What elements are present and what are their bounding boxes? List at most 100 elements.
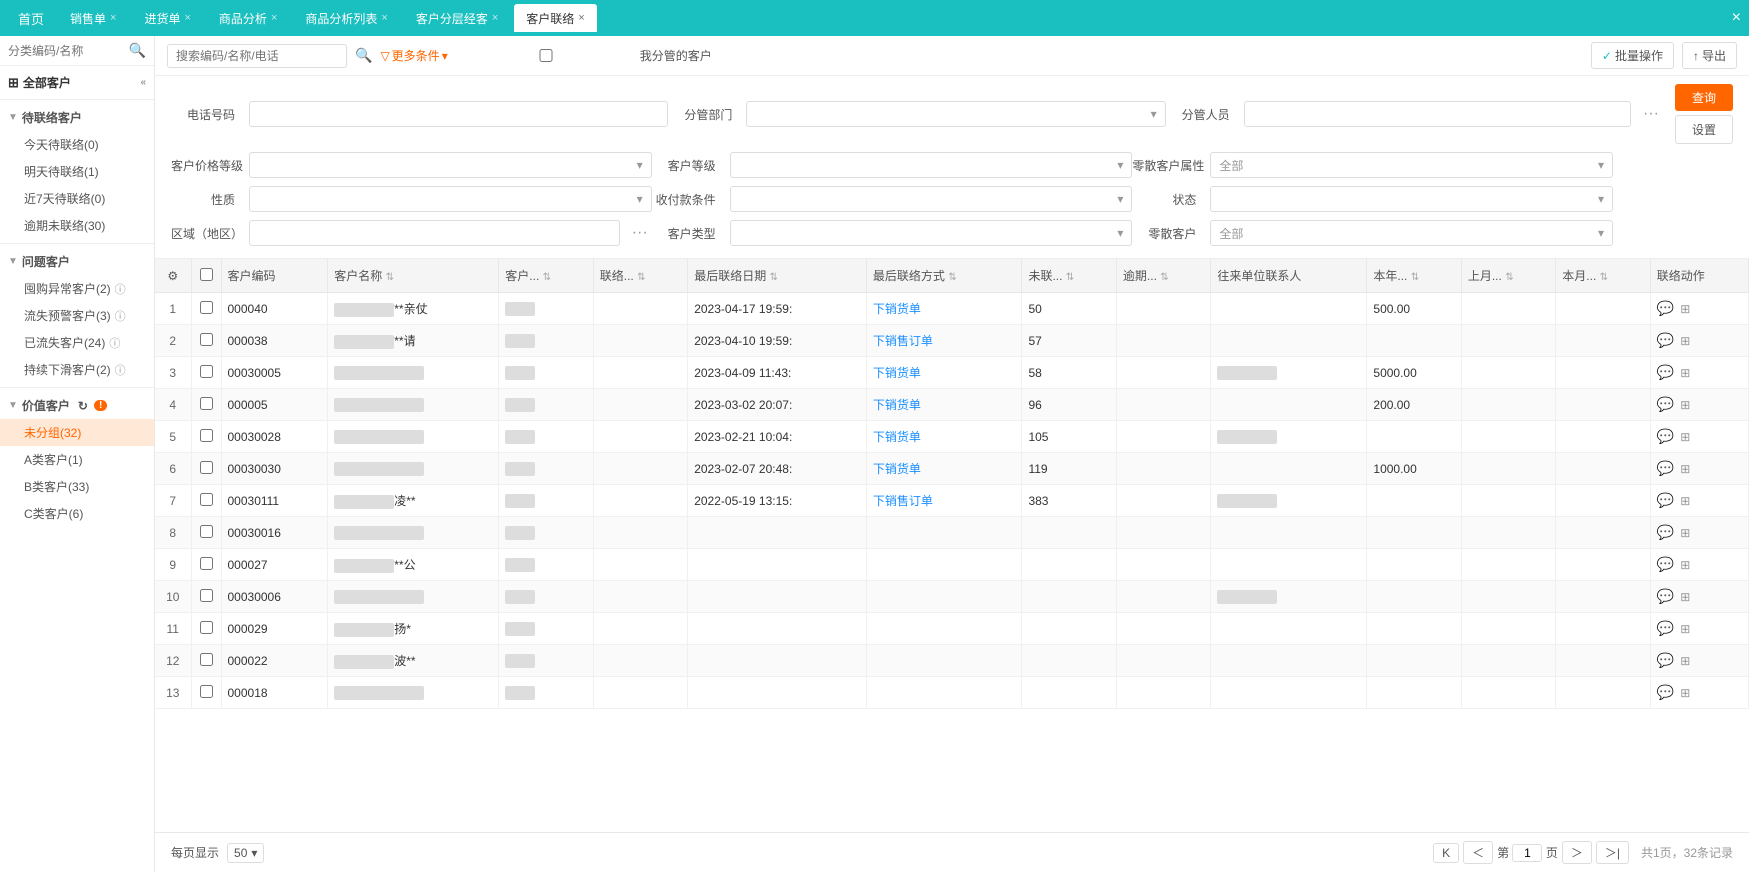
sidebar-all-customers[interactable]: ⊞ 全部客户 « bbox=[0, 66, 154, 95]
row-checkbox[interactable] bbox=[200, 365, 213, 378]
region-select[interactable] bbox=[249, 220, 620, 246]
dept-select[interactable]: ▾ bbox=[746, 101, 1165, 127]
status-select[interactable]: ▾ bbox=[1210, 186, 1613, 212]
last-way-link[interactable]: 下销货单 bbox=[873, 430, 921, 444]
chat-icon[interactable]: 💬 bbox=[1657, 620, 1674, 637]
last-contact-way[interactable] bbox=[866, 677, 1022, 709]
row-checkbox[interactable] bbox=[200, 557, 213, 570]
row-checkbox-cell[interactable] bbox=[191, 325, 221, 357]
row-checkbox[interactable] bbox=[200, 429, 213, 442]
sidebar-search-input[interactable] bbox=[8, 44, 125, 58]
sidebar-item-7days[interactable]: 近7天待联络(0) bbox=[0, 185, 154, 212]
nav-tab-customer-contact[interactable]: 客户联络 × bbox=[514, 4, 596, 32]
last-way-link[interactable]: 下销售订单 bbox=[873, 334, 933, 348]
last-contact-way[interactable]: 下销货单 bbox=[866, 389, 1022, 421]
reset-button[interactable]: 设置 bbox=[1675, 115, 1733, 144]
row-checkbox-cell[interactable] bbox=[191, 357, 221, 389]
last-contact-way[interactable]: 下销货单 bbox=[866, 293, 1022, 325]
first-page-btn[interactable]: K bbox=[1433, 843, 1459, 863]
last-contact-way[interactable]: 下销售订单 bbox=[866, 325, 1022, 357]
sidebar-item-today[interactable]: 今天待联络(0) bbox=[0, 131, 154, 158]
manager-select[interactable] bbox=[1244, 101, 1631, 127]
sidebar-item-classB[interactable]: B类客户(33) bbox=[0, 473, 154, 500]
payment-select[interactable]: ▾ bbox=[730, 186, 1133, 212]
close-icon[interactable]: × bbox=[578, 12, 584, 24]
last-page-btn[interactable]: ＞| bbox=[1596, 841, 1629, 864]
chat-icon[interactable]: 💬 bbox=[1657, 396, 1674, 413]
price-level-select[interactable]: ▾ bbox=[249, 152, 652, 178]
grid-action-icon[interactable]: ⊞ bbox=[1680, 430, 1690, 444]
row-checkbox[interactable] bbox=[200, 493, 213, 506]
row-checkbox-cell[interactable] bbox=[191, 581, 221, 613]
row-checkbox-cell[interactable] bbox=[191, 485, 221, 517]
chat-icon[interactable]: 💬 bbox=[1657, 588, 1674, 605]
sidebar-item-ungroup[interactable]: 未分组(32) bbox=[0, 419, 154, 446]
cust-level-select[interactable]: ▾ bbox=[730, 152, 1133, 178]
row-checkbox[interactable] bbox=[200, 301, 213, 314]
retail-cust-select[interactable]: 全部 ▾ bbox=[1210, 220, 1613, 246]
last-way-link[interactable]: 下销货单 bbox=[873, 462, 921, 476]
row-checkbox[interactable] bbox=[200, 653, 213, 666]
phone-input[interactable] bbox=[249, 101, 668, 127]
sidebar-group-value[interactable]: ▼ 价值客户 ↻ ! bbox=[0, 392, 154, 419]
row-checkbox-cell[interactable] bbox=[191, 517, 221, 549]
grid-action-icon[interactable]: ⊞ bbox=[1680, 334, 1690, 348]
chat-icon[interactable]: 💬 bbox=[1657, 524, 1674, 541]
row-checkbox-cell[interactable] bbox=[191, 613, 221, 645]
chat-icon[interactable]: 💬 bbox=[1657, 556, 1674, 573]
sidebar-item-declining[interactable]: 持续下滑客户(2) ⓘ bbox=[0, 356, 154, 383]
last-way-link[interactable]: 下销货单 bbox=[873, 398, 921, 412]
search-bar-icon[interactable]: 🔍 bbox=[355, 47, 372, 64]
grid-action-icon[interactable]: ⊞ bbox=[1680, 302, 1690, 316]
last-contact-way[interactable] bbox=[866, 645, 1022, 677]
sidebar-item-warning[interactable]: 流失预警客户(3) ⓘ bbox=[0, 302, 154, 329]
nav-tab-customer-tier[interactable]: 客户分层经客 × bbox=[404, 4, 510, 32]
grid-action-icon[interactable]: ⊞ bbox=[1680, 590, 1690, 604]
query-button[interactable]: 查询 bbox=[1675, 84, 1733, 111]
grid-action-icon[interactable]: ⊞ bbox=[1680, 398, 1690, 412]
chat-icon[interactable]: 💬 bbox=[1657, 652, 1674, 669]
row-checkbox[interactable] bbox=[200, 685, 213, 698]
grid-action-icon[interactable]: ⊞ bbox=[1680, 558, 1690, 572]
row-checkbox[interactable] bbox=[200, 397, 213, 410]
row-checkbox[interactable] bbox=[200, 589, 213, 602]
close-icon[interactable]: × bbox=[492, 12, 498, 24]
manager-dots-btn[interactable]: ··· bbox=[1639, 105, 1663, 123]
batch-op-button[interactable]: ✓ 批量操作 bbox=[1591, 42, 1674, 69]
nav-tab-sales[interactable]: 销售单 × bbox=[58, 4, 128, 32]
last-contact-way[interactable] bbox=[866, 581, 1022, 613]
chat-icon[interactable]: 💬 bbox=[1657, 428, 1674, 445]
nav-tab-analysis-list[interactable]: 商品分析列表 × bbox=[293, 4, 399, 32]
row-checkbox[interactable] bbox=[200, 525, 213, 538]
last-contact-way[interactable]: 下销货单 bbox=[866, 453, 1022, 485]
grid-action-icon[interactable]: ⊞ bbox=[1680, 654, 1690, 668]
region-dots-btn[interactable]: ··· bbox=[628, 224, 652, 242]
chat-icon[interactable]: 💬 bbox=[1657, 300, 1674, 317]
chat-icon[interactable]: 💬 bbox=[1657, 684, 1674, 701]
sidebar-group-problem[interactable]: ▼ 问题客户 bbox=[0, 248, 154, 275]
close-all-tabs[interactable]: × bbox=[1732, 9, 1741, 27]
nav-home[interactable]: 首页 bbox=[8, 9, 54, 28]
search-input[interactable] bbox=[167, 44, 347, 68]
close-icon[interactable]: × bbox=[271, 12, 277, 24]
row-checkbox-cell[interactable] bbox=[191, 677, 221, 709]
sidebar-item-classA[interactable]: A类客户(1) bbox=[0, 446, 154, 473]
grid-action-icon[interactable]: ⊞ bbox=[1680, 494, 1690, 508]
last-way-link[interactable]: 下销售订单 bbox=[873, 494, 933, 508]
retail-attr-select[interactable]: 全部 ▾ bbox=[1210, 152, 1613, 178]
grid-action-icon[interactable]: ⊞ bbox=[1680, 686, 1690, 700]
last-contact-way[interactable]: 下销售订单 bbox=[866, 485, 1022, 517]
chat-icon[interactable]: 💬 bbox=[1657, 332, 1674, 349]
row-checkbox[interactable] bbox=[200, 621, 213, 634]
col-checkbox[interactable] bbox=[191, 259, 221, 293]
last-contact-way[interactable]: 下销货单 bbox=[866, 421, 1022, 453]
row-checkbox[interactable] bbox=[200, 333, 213, 346]
export-button[interactable]: ↑ 导出 bbox=[1682, 42, 1737, 69]
more-filter-btn[interactable]: ▽ 更多条件 ▾ bbox=[380, 47, 447, 64]
row-checkbox[interactable] bbox=[200, 461, 213, 474]
row-checkbox-cell[interactable] bbox=[191, 293, 221, 325]
prev-page-btn[interactable]: ＜ bbox=[1463, 841, 1493, 864]
sidebar-item-classC[interactable]: C类客户(6) bbox=[0, 500, 154, 527]
row-checkbox-cell[interactable] bbox=[191, 453, 221, 485]
row-checkbox-cell[interactable] bbox=[191, 549, 221, 581]
